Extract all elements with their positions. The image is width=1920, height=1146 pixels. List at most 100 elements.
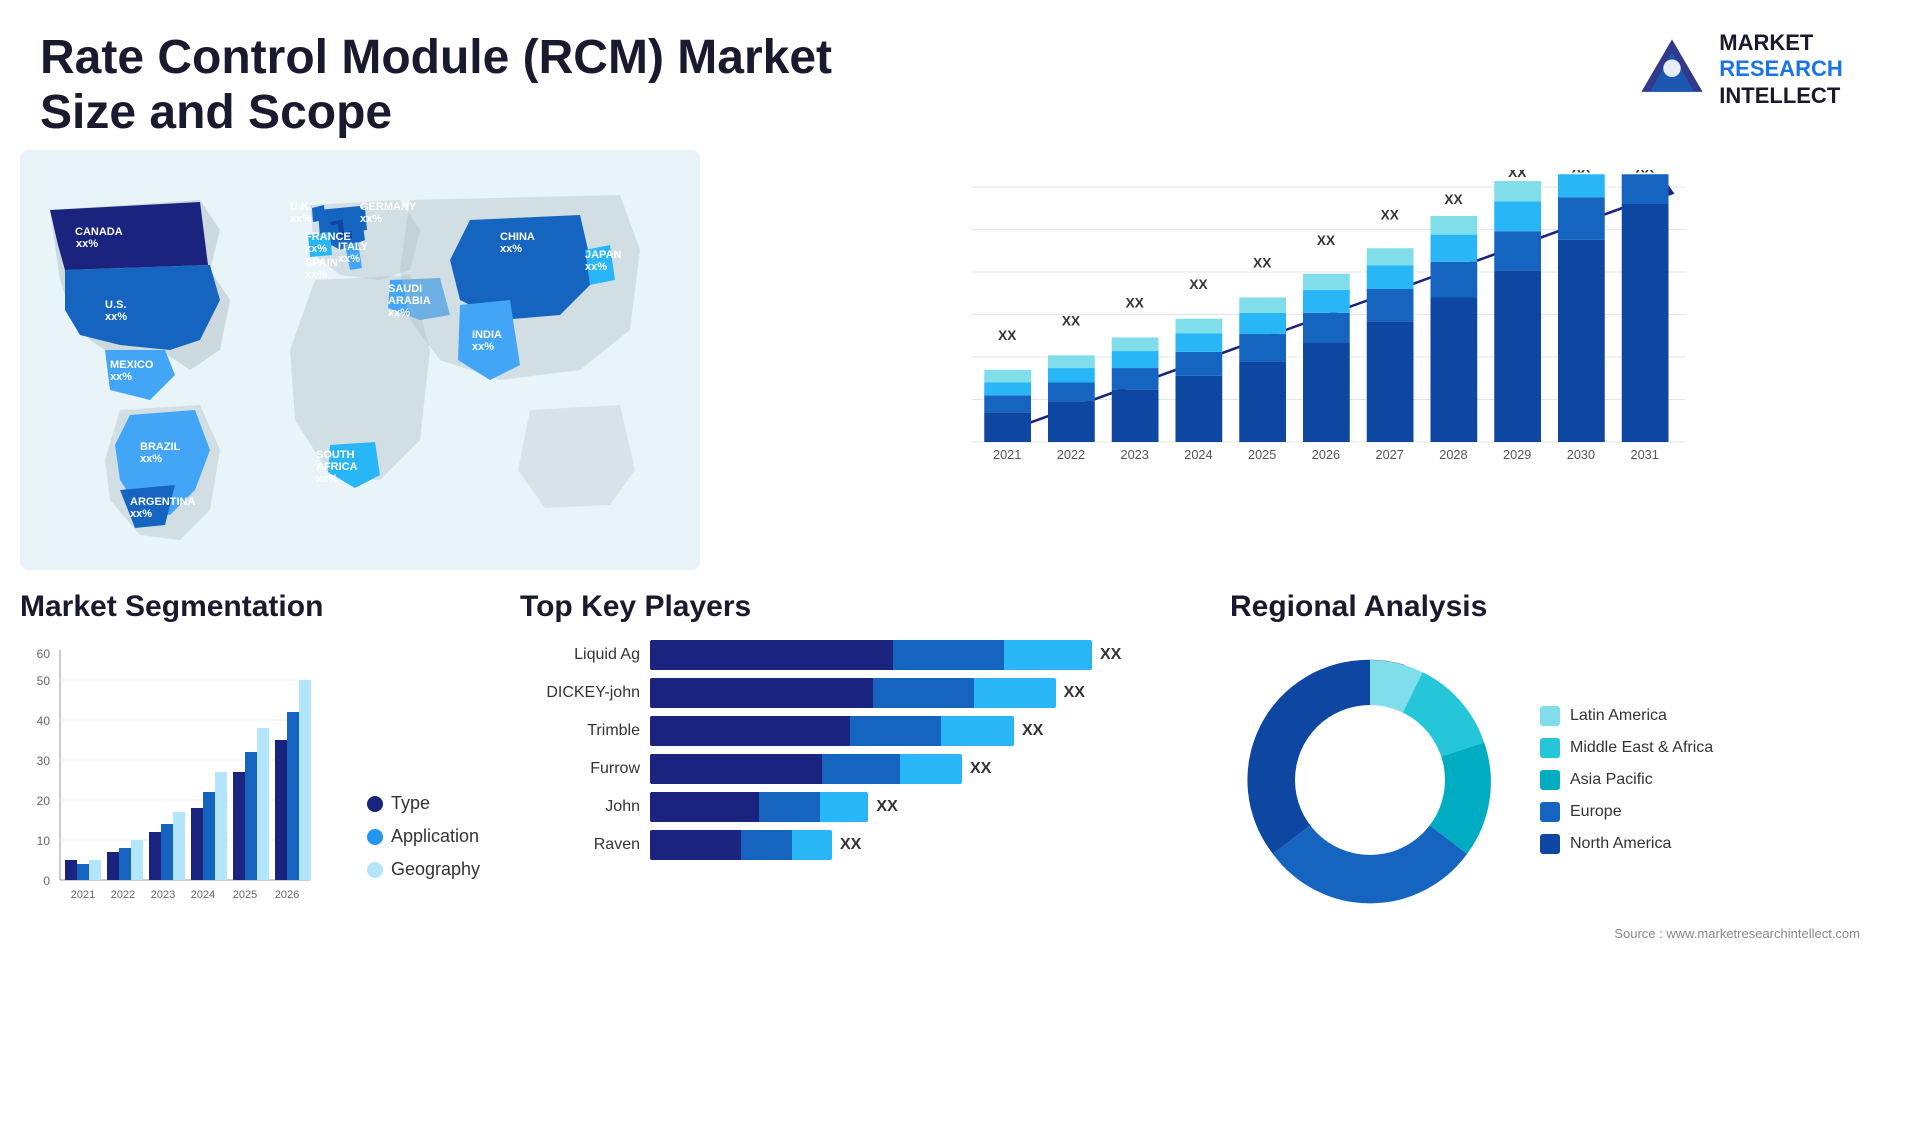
player-label-furrow: XX [970, 760, 991, 778]
mexico-value: xx% [110, 371, 132, 383]
china-value: xx% [500, 243, 522, 255]
map-section: CANADA xx% U.S. xx% MEXICO xx% BRAZIL xx… [20, 150, 700, 570]
svg-text:10: 10 [37, 834, 51, 848]
regional-legend: Latin America Middle East & Africa Asia … [1540, 706, 1713, 854]
logo-area: MARKET RESEARCH INTELLECT [1600, 30, 1880, 109]
svg-text:30: 30 [37, 754, 51, 768]
legend-geo-dot [367, 862, 383, 878]
legend-type-label: Type [391, 793, 430, 814]
svg-text:2022: 2022 [111, 889, 135, 901]
svg-text:50: 50 [37, 674, 51, 688]
segmentation-title: Market Segmentation [20, 590, 480, 624]
southafrica-label2: AFRICA [316, 461, 358, 473]
svg-text:XX: XX [998, 328, 1016, 343]
svg-text:XX: XX [1126, 296, 1144, 311]
player-row-john: John XX [520, 792, 1170, 822]
page-title: Rate Control Module (RCM) Market Size an… [40, 30, 940, 140]
svg-text:2025: 2025 [1248, 447, 1276, 462]
argentina-label: ARGENTINA [130, 496, 195, 508]
svg-text:2026: 2026 [1312, 447, 1340, 462]
legend-mea: Middle East & Africa [1540, 738, 1713, 758]
svg-text:60: 60 [37, 647, 51, 661]
bar-chart-svg: XX 2021 XX 2022 XX 2023 XX 2024 [760, 170, 1880, 510]
logo-text: MARKET RESEARCH INTELLECT [1719, 30, 1842, 109]
legend-latin-label: Latin America [1570, 707, 1667, 725]
player-name-furrow: Furrow [520, 760, 640, 778]
players-section: Top Key Players Liquid Ag XX DICKEY-john [500, 590, 1210, 1030]
canada-label: CANADA [75, 226, 123, 238]
svg-text:0: 0 [43, 874, 50, 888]
svg-text:XX: XX [1317, 233, 1335, 248]
legend-europe-label: Europe [1570, 803, 1622, 821]
southafrica-value: xx% [316, 473, 338, 485]
player-name-liquid: Liquid Ag [520, 646, 640, 664]
brazil-label: BRAZIL [140, 441, 181, 453]
argentina-value: xx% [130, 508, 152, 520]
regional-section: Regional Analysis [1230, 590, 1900, 1030]
spain-label: SPAIN [305, 257, 338, 269]
player-label-dickey: XX [1064, 684, 1085, 702]
svg-text:2026: 2026 [275, 889, 299, 901]
germany-label: GERMANY [360, 201, 417, 213]
legend-na-label: North America [1570, 835, 1671, 853]
donut-container [1230, 640, 1510, 920]
svg-text:XX: XX [1444, 192, 1462, 207]
seg-chart: 0 10 20 30 40 50 60 [20, 640, 347, 920]
player-row-furrow: Furrow XX [520, 754, 1170, 784]
legend-na-color [1540, 834, 1560, 854]
us-label: U.S. [105, 299, 126, 311]
svg-text:20: 20 [37, 794, 51, 808]
player-label-liquid: XX [1100, 646, 1121, 664]
logo-icon [1637, 35, 1707, 105]
player-row-liquid: Liquid Ag XX [520, 640, 1170, 670]
donut-svg [1230, 640, 1510, 920]
india-value: xx% [472, 341, 494, 353]
svg-text:2029: 2029 [1503, 447, 1531, 462]
player-label-john: XX [876, 798, 897, 816]
regional-container: Latin America Middle East & Africa Asia … [1230, 640, 1900, 920]
svg-text:2027: 2027 [1376, 447, 1404, 462]
uk-label: U.K. [290, 201, 312, 213]
svg-text:XX: XX [1189, 277, 1207, 292]
legend-apac-label: Asia Pacific [1570, 771, 1653, 789]
player-name-dickey: DICKEY-john [520, 684, 640, 702]
legend-na: North America [1540, 834, 1713, 854]
world-map-svg: CANADA xx% U.S. xx% MEXICO xx% BRAZIL xx… [20, 150, 700, 570]
legend-apac-color [1540, 770, 1560, 790]
italy-label: ITALY [338, 241, 369, 253]
svg-text:2025: 2025 [233, 889, 257, 901]
saudi-label: SAUDI [388, 283, 422, 295]
player-row-trimble: Trimble XX [520, 716, 1170, 746]
uk-value: xx% [290, 213, 312, 225]
bar-chart-section: XX 2021 XX 2022 XX 2023 XX 2024 [720, 150, 1900, 570]
india-label: INDIA [472, 329, 502, 341]
svg-text:2022: 2022 [1057, 447, 1085, 462]
japan-label: JAPAN [585, 249, 622, 261]
svg-text:XX: XX [1636, 170, 1654, 176]
segmentation-section: Market Segmentation 0 10 20 30 40 50 60 [20, 590, 480, 1030]
header: Rate Control Module (RCM) Market Size an… [0, 0, 1920, 150]
svg-text:XX: XX [1381, 207, 1399, 222]
main-content: CANADA xx% U.S. xx% MEXICO xx% BRAZIL xx… [0, 150, 1920, 570]
player-label-raven: XX [840, 836, 861, 854]
player-name-trimble: Trimble [520, 722, 640, 740]
source-text: Source : www.marketresearchintellect.com [1230, 920, 1900, 941]
player-bar-furrow: XX [650, 754, 1170, 784]
germany-value: xx% [360, 213, 382, 225]
legend-app-label: Application [391, 826, 479, 847]
svg-text:40: 40 [37, 714, 51, 728]
svg-text:2021: 2021 [71, 889, 95, 901]
svg-text:2024: 2024 [191, 889, 215, 901]
saudi-value: xx% [388, 307, 410, 319]
seg-chart-container: 0 10 20 30 40 50 60 [20, 640, 480, 920]
logo-box: MARKET RESEARCH INTELLECT [1637, 30, 1842, 109]
legend-app-dot [367, 829, 383, 845]
svg-text:2028: 2028 [1439, 447, 1467, 462]
svg-text:2030: 2030 [1567, 447, 1595, 462]
legend-type: Type [367, 793, 480, 814]
svg-text:2023: 2023 [151, 889, 175, 901]
svg-text:2024: 2024 [1184, 447, 1212, 462]
china-label: CHINA [500, 231, 535, 243]
svg-text:XX: XX [1253, 256, 1271, 271]
legend-mea-label: Middle East & Africa [1570, 739, 1713, 757]
